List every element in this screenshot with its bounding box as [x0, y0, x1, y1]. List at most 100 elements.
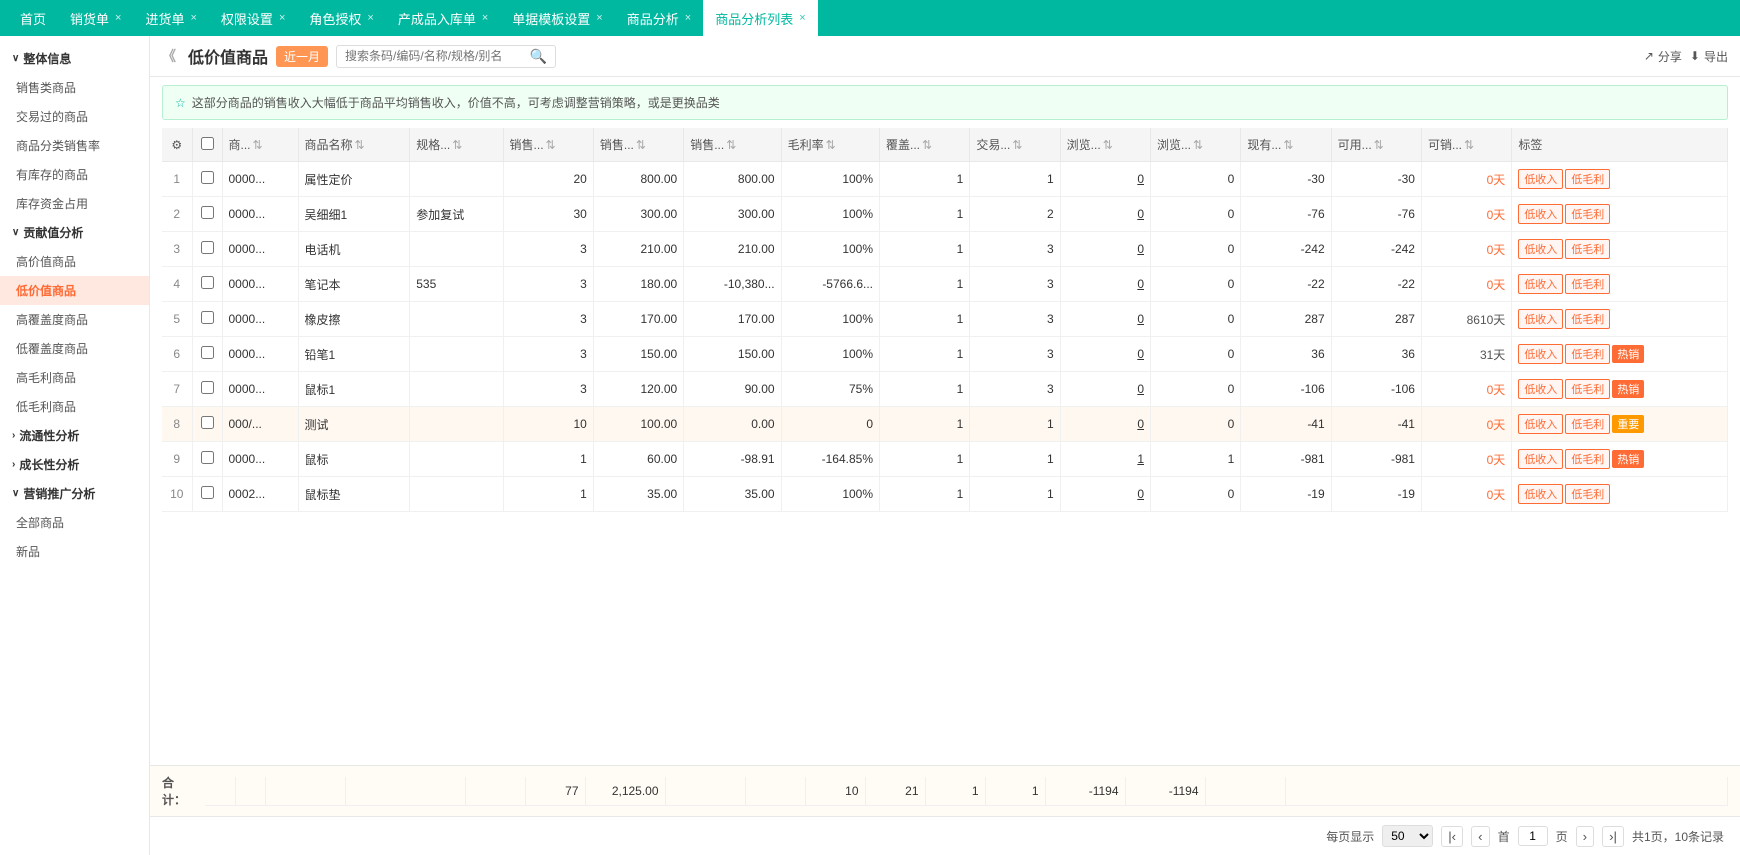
select-all-checkbox[interactable] — [201, 137, 214, 150]
row-checkbox[interactable] — [192, 337, 222, 372]
close-icon[interactable]: × — [115, 12, 121, 24]
view1-link[interactable]: 1 — [1137, 452, 1144, 466]
row-select-checkbox[interactable] — [201, 206, 214, 219]
row-current-stock: -76 — [1241, 197, 1331, 232]
row-checkbox[interactable] — [192, 372, 222, 407]
view1-link[interactable]: 0 — [1137, 242, 1144, 256]
row-select-checkbox[interactable] — [201, 486, 214, 499]
sidebar-group-circulation[interactable]: › 流通性分析 — [0, 421, 149, 450]
close-icon[interactable]: × — [190, 12, 196, 24]
sidebar-item-low-coverage[interactable]: 低覆盖度商品 — [0, 334, 149, 363]
nav-home[interactable]: 首页 — [8, 0, 58, 36]
row-checkbox[interactable] — [192, 302, 222, 337]
search-icon[interactable]: 🔍 — [530, 48, 547, 65]
row-select-checkbox[interactable] — [201, 171, 214, 184]
row-view1[interactable]: 0 — [1060, 162, 1150, 197]
page-number-input[interactable] — [1518, 826, 1548, 846]
row-view1[interactable]: 0 — [1060, 407, 1150, 442]
tag: 低毛利 — [1565, 414, 1610, 434]
filter-button[interactable]: 近一月 — [276, 46, 328, 67]
nav-product-storage[interactable]: 产成品入库单 × — [386, 0, 500, 36]
prev-page-button[interactable]: ‹ — [1471, 826, 1489, 847]
row-checkbox[interactable] — [192, 267, 222, 302]
view1-link[interactable]: 0 — [1137, 417, 1144, 431]
next-page-button[interactable]: › — [1576, 826, 1594, 847]
row-view1[interactable]: 1 — [1060, 442, 1150, 477]
row-select-checkbox[interactable] — [201, 311, 214, 324]
view1-link[interactable]: 0 — [1137, 277, 1144, 291]
row-tags: 低收入低毛利重要 — [1512, 407, 1728, 442]
row-select-checkbox[interactable] — [201, 241, 214, 254]
page-size-select[interactable]: 50 100 200 — [1382, 825, 1433, 847]
collapse-sidebar-button[interactable]: 《 — [162, 46, 176, 66]
row-checkbox[interactable] — [192, 197, 222, 232]
table-row: 6 0000... 铅笔1 3 150.00 150.00 100% 1 3 0… — [162, 337, 1728, 372]
row-select-checkbox[interactable] — [201, 346, 214, 359]
close-icon[interactable]: × — [482, 12, 488, 24]
row-checkbox[interactable] — [192, 232, 222, 267]
row-select-checkbox[interactable] — [201, 416, 214, 429]
row-view1[interactable]: 0 — [1060, 197, 1150, 232]
row-checkbox[interactable] — [192, 477, 222, 512]
search-input[interactable] — [345, 49, 530, 63]
view1-link[interactable]: 0 — [1137, 487, 1144, 501]
sidebar-item-stock-products[interactable]: 有库存的商品 — [0, 160, 149, 189]
view1-link[interactable]: 0 — [1137, 347, 1144, 361]
nav-product-analysis[interactable]: 商品分析 × — [615, 0, 703, 36]
row-select-checkbox[interactable] — [201, 381, 214, 394]
sidebar-item-high-coverage[interactable]: 高覆盖度商品 — [0, 305, 149, 334]
sidebar-item-traded-products[interactable]: 交易过的商品 — [0, 102, 149, 131]
close-icon[interactable]: × — [279, 12, 285, 24]
sidebar-item-low-value[interactable]: 低价值商品 — [0, 276, 149, 305]
view1-link[interactable]: 0 — [1137, 207, 1144, 221]
col-code: 商...⇅ — [222, 128, 298, 162]
sidebar-item-high-margin[interactable]: 高毛利商品 — [0, 363, 149, 392]
view1-link[interactable]: 0 — [1137, 312, 1144, 326]
table-container[interactable]: ⚙ 商...⇅ 商品名称⇅ 规格...⇅ 销售...⇅ 销售...⇅ 销售...… — [150, 128, 1740, 765]
sidebar-item-all-products[interactable]: 全部商品 — [0, 508, 149, 537]
row-days: 0天 — [1421, 267, 1511, 302]
sidebar-item-stock-capital[interactable]: 库存资金占用 — [0, 189, 149, 218]
close-icon[interactable]: × — [685, 12, 691, 24]
row-view1[interactable]: 0 — [1060, 372, 1150, 407]
sidebar-item-high-value[interactable]: 高价值商品 — [0, 247, 149, 276]
close-icon[interactable]: × — [799, 12, 805, 24]
sidebar-group-overall[interactable]: ∨ 整体信息 — [0, 44, 149, 73]
col-settings[interactable]: ⚙ — [162, 128, 192, 162]
sidebar-item-sales-products[interactable]: 销售类商品 — [0, 73, 149, 102]
first-page-button[interactable]: |‹ — [1441, 826, 1463, 847]
nav-sales-order[interactable]: 销货单 × — [58, 0, 133, 36]
nav-purchase-order[interactable]: 进货单 × — [133, 0, 208, 36]
export-button[interactable]: ⬇ 导出 — [1690, 48, 1728, 65]
row-checkbox[interactable] — [192, 442, 222, 477]
page-label: 首 — [1498, 828, 1510, 845]
sidebar-item-new-products[interactable]: 新品 — [0, 537, 149, 566]
last-page-button[interactable]: ›| — [1602, 826, 1624, 847]
nav-product-analysis-list[interactable]: 商品分析列表 × — [703, 0, 817, 36]
nav-template[interactable]: 单据模板设置 × — [500, 0, 614, 36]
row-sales-amount: 90.00 — [684, 372, 781, 407]
row-view1[interactable]: 0 — [1060, 267, 1150, 302]
row-view1[interactable]: 0 — [1060, 232, 1150, 267]
sidebar-group-marketing[interactable]: ∨ 营销推广分析 — [0, 479, 149, 508]
sidebar-item-category-sales-rate[interactable]: 商品分类销售率 — [0, 131, 149, 160]
nav-permission[interactable]: 权限设置 × — [209, 0, 297, 36]
row-select-checkbox[interactable] — [201, 276, 214, 289]
row-select-checkbox[interactable] — [201, 451, 214, 464]
close-icon[interactable]: × — [367, 12, 373, 24]
view1-link[interactable]: 0 — [1137, 382, 1144, 396]
sidebar-item-low-margin[interactable]: 低毛利商品 — [0, 392, 149, 421]
col-checkbox[interactable] — [192, 128, 222, 162]
tag: 低毛利 — [1565, 344, 1610, 364]
row-view1[interactable]: 0 — [1060, 337, 1150, 372]
view1-link[interactable]: 0 — [1137, 172, 1144, 186]
close-icon[interactable]: × — [596, 12, 602, 24]
row-view1[interactable]: 0 — [1060, 302, 1150, 337]
sidebar-group-growth[interactable]: › 成长性分析 — [0, 450, 149, 479]
share-button[interactable]: ↗ 分享 — [1644, 48, 1682, 65]
sidebar-group-contribution[interactable]: ∨ 贡献值分析 — [0, 218, 149, 247]
nav-role[interactable]: 角色授权 × — [297, 0, 385, 36]
row-view1[interactable]: 0 — [1060, 477, 1150, 512]
row-checkbox[interactable] — [192, 162, 222, 197]
row-checkbox[interactable] — [192, 407, 222, 442]
